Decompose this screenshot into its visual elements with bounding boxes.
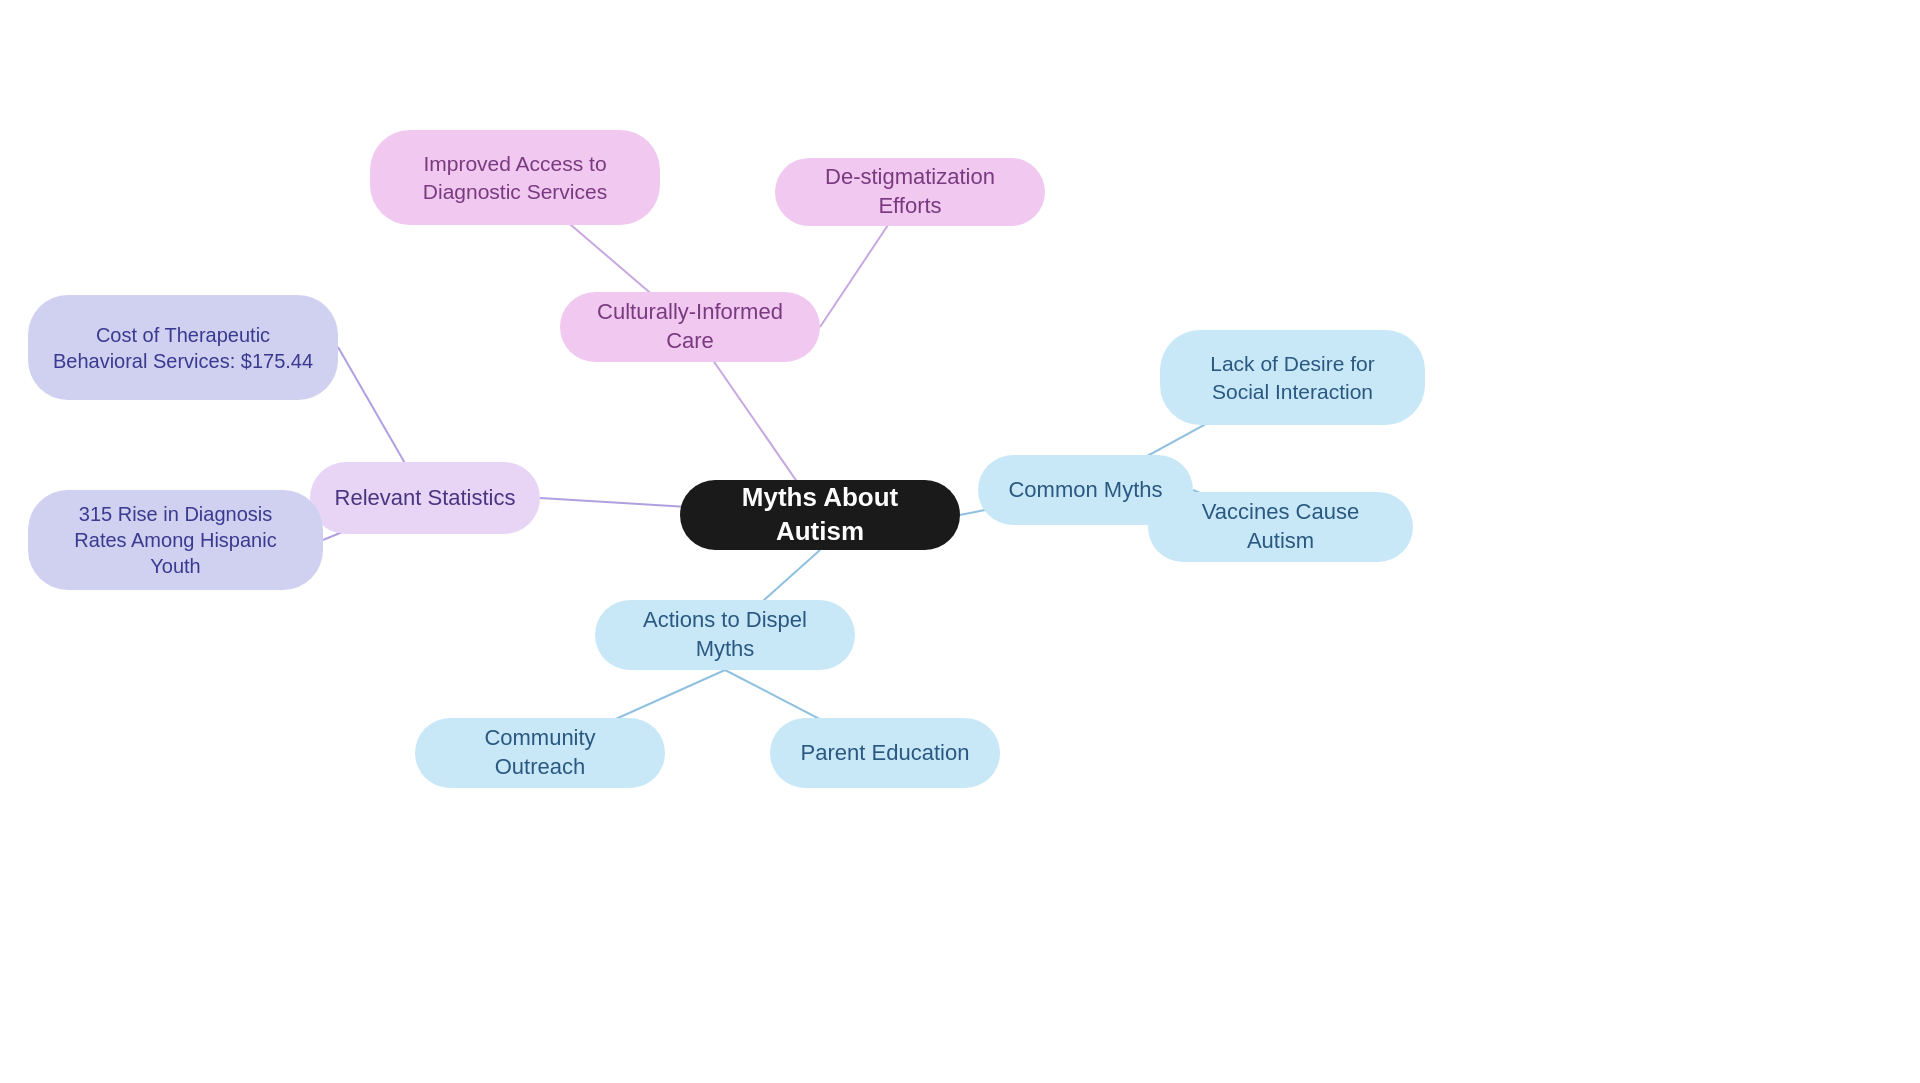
center-node: Myths About Autism — [680, 480, 960, 550]
destigmatization-label: De-stigmatization Efforts — [799, 163, 1021, 220]
parent-education-node: Parent Education — [770, 718, 1000, 788]
destigmatization-node: De-stigmatization Efforts — [775, 158, 1045, 226]
actions-dispel-label: Actions to Dispel Myths — [619, 606, 831, 663]
rise-diagnosis-node: 315 Rise in Diagnosis Rates Among Hispan… — [28, 490, 323, 590]
cost-therapeutic-node: Cost of Therapeutic Behavioral Services:… — [28, 295, 338, 400]
culturally-informed-node: Culturally-Informed Care — [560, 292, 820, 362]
cost-therapeutic-label: Cost of Therapeutic Behavioral Services:… — [52, 322, 314, 374]
culturally-informed-label: Culturally-Informed Care — [584, 298, 796, 355]
vaccines-cause-node: Vaccines Cause Autism — [1148, 492, 1413, 562]
common-myths-label: Common Myths — [1008, 476, 1162, 505]
improved-access-label: Improved Access to Diagnostic Services — [394, 150, 636, 205]
vaccines-cause-label: Vaccines Cause Autism — [1172, 498, 1389, 555]
center-label: Myths About Autism — [704, 481, 936, 549]
lack-desire-node: Lack of Desire for Social Interaction — [1160, 330, 1425, 425]
actions-dispel-node: Actions to Dispel Myths — [595, 600, 855, 670]
rise-diagnosis-label: 315 Rise in Diagnosis Rates Among Hispan… — [52, 501, 299, 579]
relevant-statistics-node: Relevant Statistics — [310, 462, 540, 534]
improved-access-node: Improved Access to Diagnostic Services — [370, 130, 660, 225]
relevant-statistics-label: Relevant Statistics — [335, 484, 516, 513]
parent-education-label: Parent Education — [801, 739, 970, 768]
lack-desire-label: Lack of Desire for Social Interaction — [1184, 350, 1401, 405]
community-outreach-label: Community Outreach — [439, 724, 641, 781]
community-outreach-node: Community Outreach — [415, 718, 665, 788]
